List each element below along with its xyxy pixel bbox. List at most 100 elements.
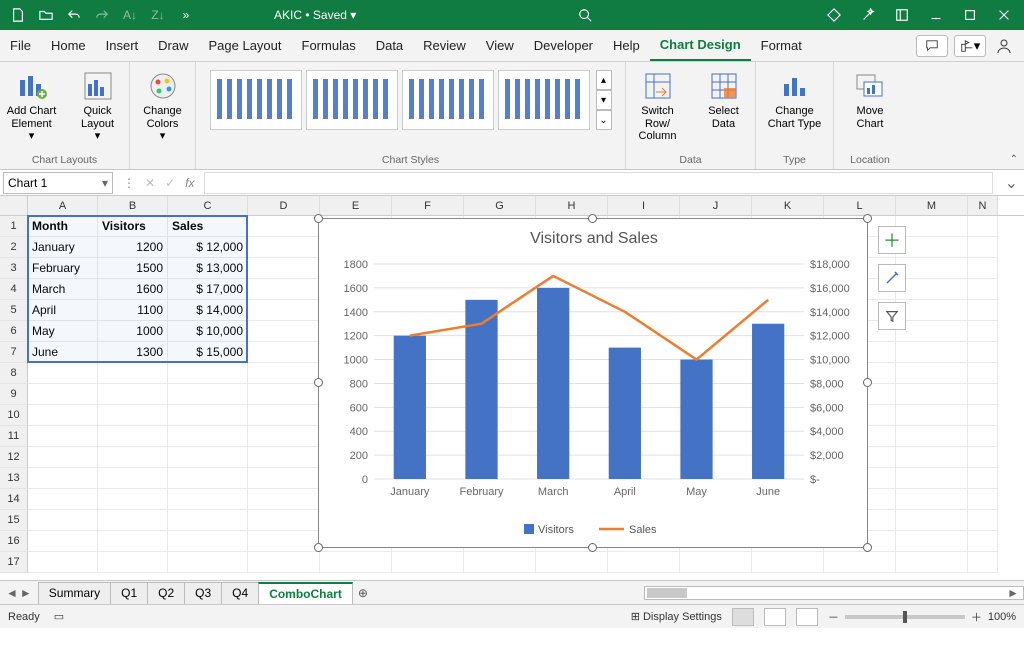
styles-up[interactable]: ▴ (596, 70, 612, 90)
cell-A11[interactable] (28, 426, 98, 447)
row-header-12[interactable]: 12 (0, 447, 28, 468)
formula-input[interactable] (204, 172, 992, 194)
cell-D15[interactable] (248, 510, 320, 531)
cell-C6[interactable]: $ 10,000 (168, 321, 248, 342)
horizontal-scrollbar[interactable]: ◄► (644, 586, 1024, 600)
cell-N14[interactable] (968, 489, 998, 510)
row-header-11[interactable]: 11 (0, 426, 28, 447)
cell-A1[interactable]: Month (28, 216, 98, 237)
chart-object[interactable]: Visitors and Sales0200400600800100012001… (318, 218, 868, 548)
cell-K17[interactable] (752, 552, 824, 573)
menu-tab-data[interactable]: Data (366, 30, 413, 61)
expand-fx-icon[interactable]: ⌄ (999, 173, 1024, 193)
row-header-3[interactable]: 3 (0, 258, 28, 279)
comments-button[interactable] (916, 35, 948, 57)
sort-asc-icon[interactable]: A↓ (118, 3, 142, 27)
menu-tab-page-layout[interactable]: Page Layout (199, 30, 292, 61)
cell-A16[interactable] (28, 531, 98, 552)
cell-B3[interactable]: 1500 (98, 258, 168, 279)
cell-N12[interactable] (968, 447, 998, 468)
cell-N5[interactable] (968, 300, 998, 321)
name-box[interactable]: Chart 1▾ (3, 172, 113, 194)
column-header-K[interactable]: K (752, 196, 824, 215)
cell-M10[interactable] (896, 405, 968, 426)
cell-F17[interactable] (392, 552, 464, 573)
sheet-tab-combochart[interactable]: ComboChart (258, 582, 353, 604)
add-sheet-button[interactable]: ⊕ (352, 586, 374, 600)
column-header-H[interactable]: H (536, 196, 608, 215)
cell-N4[interactable] (968, 279, 998, 300)
cell-D11[interactable] (248, 426, 320, 447)
cell-D1[interactable] (248, 216, 320, 237)
display-settings-button[interactable]: ⊞ Display Settings (631, 610, 722, 623)
row-header-14[interactable]: 14 (0, 489, 28, 510)
column-header-F[interactable]: F (392, 196, 464, 215)
menu-tab-help[interactable]: Help (603, 30, 650, 61)
menu-tab-draw[interactable]: Draw (148, 30, 198, 61)
cell-M6[interactable] (896, 321, 968, 342)
cell-C5[interactable]: $ 14,000 (168, 300, 248, 321)
cell-B16[interactable] (98, 531, 168, 552)
cell-A6[interactable]: May (28, 321, 98, 342)
collapse-ribbon-icon[interactable]: ⌃ (1010, 154, 1018, 165)
cell-N9[interactable] (968, 384, 998, 405)
row-header-10[interactable]: 10 (0, 405, 28, 426)
cell-D12[interactable] (248, 447, 320, 468)
cell-B8[interactable] (98, 363, 168, 384)
row-header-16[interactable]: 16 (0, 531, 28, 552)
cell-E17[interactable] (320, 552, 392, 573)
zoom-in-button[interactable]: ＋ (971, 609, 982, 625)
fx-icon[interactable]: fx (185, 176, 194, 190)
row-header-9[interactable]: 9 (0, 384, 28, 405)
column-header-E[interactable]: E (320, 196, 392, 215)
cell-C9[interactable] (168, 384, 248, 405)
menu-tab-chart-design[interactable]: Chart Design (650, 30, 751, 61)
cell-D14[interactable] (248, 489, 320, 510)
cancel-fx-icon[interactable]: ✕ (145, 176, 155, 190)
cell-C13[interactable] (168, 468, 248, 489)
column-header-I[interactable]: I (608, 196, 680, 215)
cell-N8[interactable] (968, 363, 998, 384)
cell-M15[interactable] (896, 510, 968, 531)
cell-L17[interactable] (824, 552, 896, 573)
cell-A5[interactable]: April (28, 300, 98, 321)
chart-styles-button[interactable] (878, 264, 906, 292)
cell-C3[interactable]: $ 13,000 (168, 258, 248, 279)
tab-nav-next[interactable]: ► (20, 586, 32, 600)
cell-M11[interactable] (896, 426, 968, 447)
cell-D5[interactable] (248, 300, 320, 321)
sheet-tab-q4[interactable]: Q4 (221, 582, 259, 604)
cell-B7[interactable]: 1300 (98, 342, 168, 363)
chart-style-1[interactable] (210, 70, 302, 130)
column-header-J[interactable]: J (680, 196, 752, 215)
row-header-2[interactable]: 2 (0, 237, 28, 258)
select-all-corner[interactable] (0, 196, 28, 215)
cell-M8[interactable] (896, 363, 968, 384)
cell-B17[interactable] (98, 552, 168, 573)
cell-C10[interactable] (168, 405, 248, 426)
menu-tab-file[interactable]: File (0, 30, 41, 61)
cell-M14[interactable] (896, 489, 968, 510)
cell-D17[interactable] (248, 552, 320, 573)
cell-D9[interactable] (248, 384, 320, 405)
cell-A12[interactable] (28, 447, 98, 468)
menu-tab-format[interactable]: Format (751, 30, 812, 61)
chart-style-2[interactable] (306, 70, 398, 130)
cell-N17[interactable] (968, 552, 998, 573)
close-icon[interactable] (992, 3, 1016, 27)
cell-A7[interactable]: June (28, 342, 98, 363)
cell-B13[interactable] (98, 468, 168, 489)
cell-M4[interactable] (896, 279, 968, 300)
row-header-8[interactable]: 8 (0, 363, 28, 384)
chart-style-4[interactable] (498, 70, 590, 130)
cell-C12[interactable] (168, 447, 248, 468)
row-header-17[interactable]: 17 (0, 552, 28, 573)
switch-row-column-button[interactable]: Switch Row/ Column (628, 66, 688, 143)
cell-D2[interactable] (248, 237, 320, 258)
cell-M2[interactable] (896, 237, 968, 258)
row-header-5[interactable]: 5 (0, 300, 28, 321)
cell-B1[interactable]: Visitors (98, 216, 168, 237)
cell-C4[interactable]: $ 17,000 (168, 279, 248, 300)
cell-I17[interactable] (608, 552, 680, 573)
sheet-tab-q2[interactable]: Q2 (147, 582, 185, 604)
